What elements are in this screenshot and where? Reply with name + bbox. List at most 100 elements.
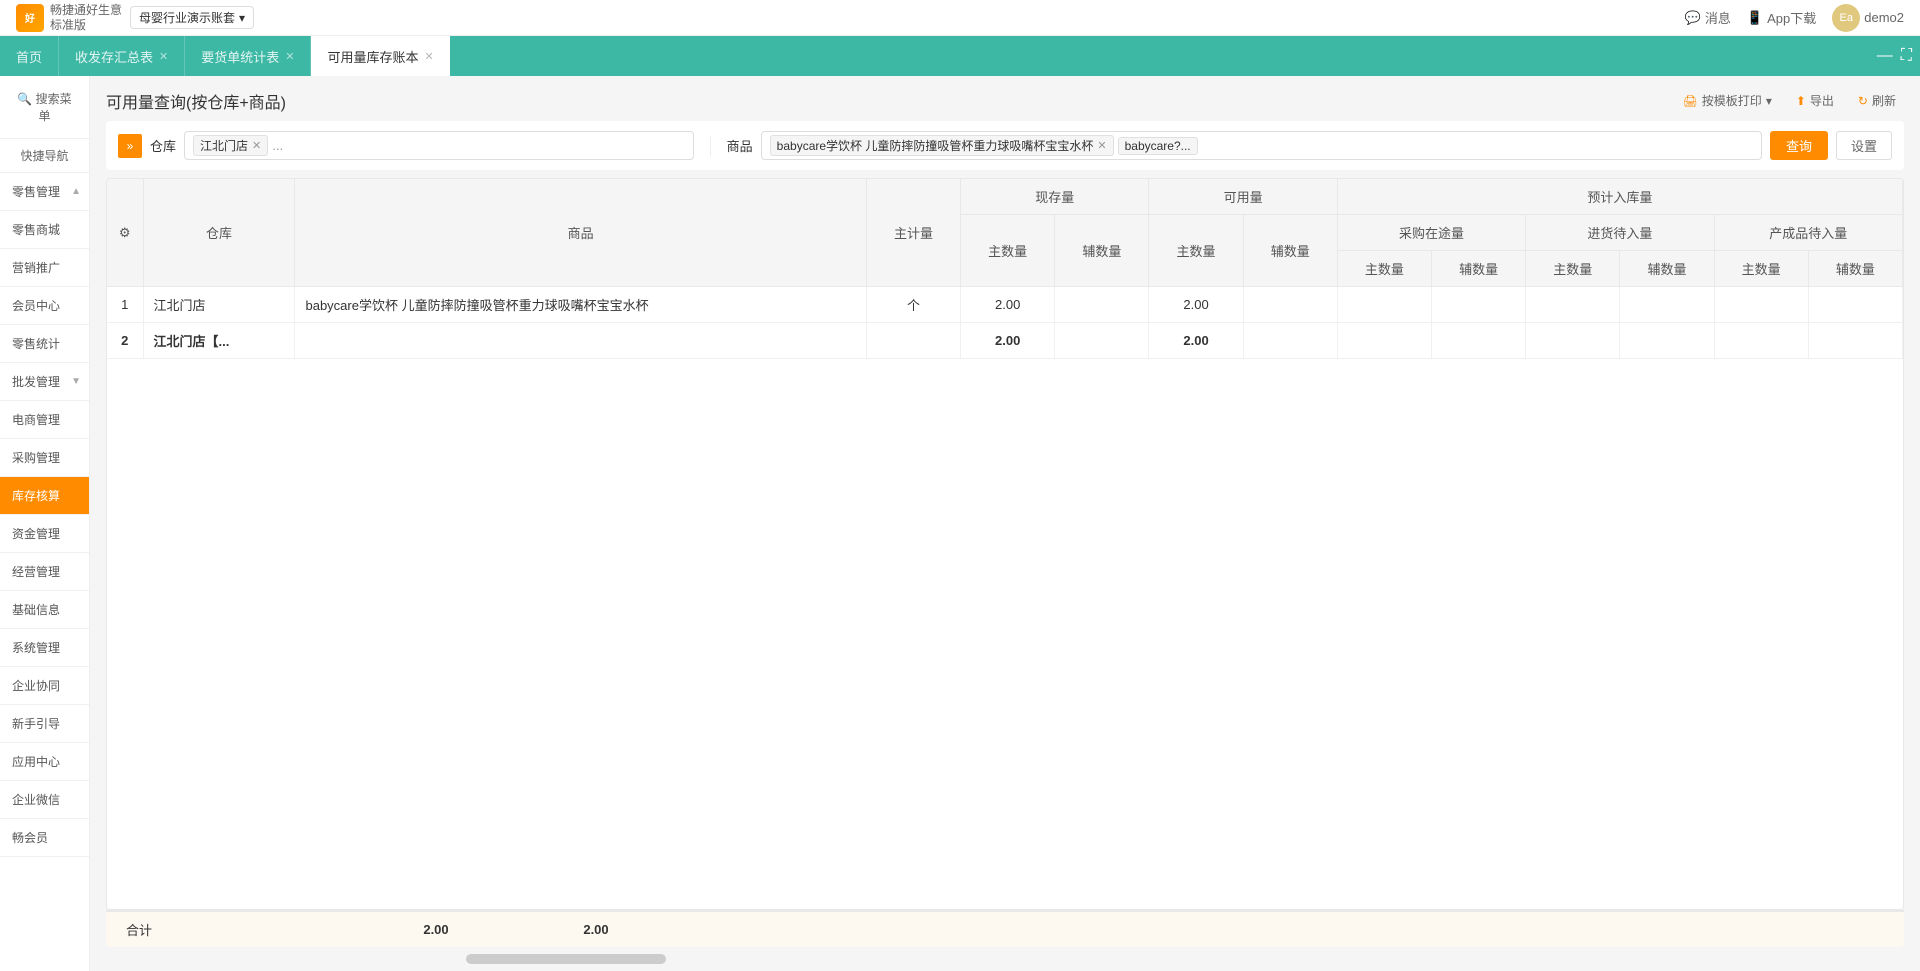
footer-values: 2.00 2.00 xyxy=(316,922,1894,937)
footer-label: 合计 xyxy=(116,920,316,939)
row-1-fp-main xyxy=(1714,287,1808,323)
query-btn[interactable]: 查询 xyxy=(1770,131,1828,160)
sidebar-item-vip-member-label: 畅会员 xyxy=(12,829,48,846)
th-stock-aux: 辅数量 xyxy=(1055,215,1149,287)
expand-icon: » xyxy=(127,139,134,153)
refresh-btn[interactable]: ↻ 刷新 xyxy=(1850,88,1904,113)
app-download-btn[interactable]: 📱 App下载 xyxy=(1747,8,1816,27)
row-2-available-aux xyxy=(1243,323,1337,359)
filter-divider xyxy=(710,136,711,156)
sidebar-item-app-center[interactable]: 应用中心 xyxy=(0,743,89,781)
row-2-fp-aux xyxy=(1808,323,1902,359)
sidebar-item-wholesale-mgmt[interactable]: 批发管理 ▼ xyxy=(0,363,89,401)
row-2-ip-main xyxy=(1526,323,1620,359)
filter-area: » 仓库 江北门店 ✕ ... 商品 babycare学饮杯 儿童防摔防撞吸管杯… xyxy=(106,121,1904,170)
sidebar-item-member-center-label: 会员中心 xyxy=(12,297,60,314)
logo-text: 畅捷通好生意 标准版 xyxy=(50,3,122,32)
row-2-ip-aux xyxy=(1620,323,1714,359)
tab-available-stock[interactable]: 可用量库存账本 ✕ xyxy=(311,36,449,76)
sidebar-item-vip-member[interactable]: 畅会员 xyxy=(0,819,89,857)
tab-order-stats[interactable]: 要货单统计表 ✕ xyxy=(185,36,311,76)
sidebar-item-member-center[interactable]: 会员中心 xyxy=(0,287,89,325)
phone-icon: 📱 xyxy=(1747,10,1763,26)
th-stock-main: 主数量 xyxy=(961,215,1055,287)
sidebar-item-retail-mall-label: 零售商城 xyxy=(12,221,60,238)
row-1-stock-main: 2.00 xyxy=(961,287,1055,323)
message-icon: 💬 xyxy=(1685,10,1701,26)
sidebar-item-inventory-check[interactable]: 库存核算 xyxy=(0,477,89,515)
product-tag-group[interactable]: babycare学饮杯 儿童防摔防撞吸管杯重力球吸嘴杯宝宝水杯 ✕ babyca… xyxy=(761,131,1762,160)
avatar: Ea xyxy=(1832,4,1860,32)
th-product: 商品 xyxy=(295,179,866,287)
sidebar-item-ops-mgmt[interactable]: 经营管理 xyxy=(0,553,89,591)
th-fp-aux: 辅数量 xyxy=(1808,251,1902,287)
row-1-unit: 个 xyxy=(866,287,960,323)
sidebar-item-enterprise-collab[interactable]: 企业协同 xyxy=(0,667,89,705)
sidebar-item-purchase-mgmt[interactable]: 采购管理 xyxy=(0,439,89,477)
filter-dots[interactable]: ... xyxy=(272,138,283,153)
main-layout: 🔍 搜索菜单 快捷导航 零售管理 ▲ 零售商城 营销推广 会员中心 零售统计 批… xyxy=(0,76,1920,971)
warehouse-filter-label: 仓库 xyxy=(150,136,176,155)
table-container: ⚙ 仓库 商品 主计量 现存量 可用量 预计入库量 主数量 辅数量 主数量 辅数… xyxy=(106,178,1904,910)
tab-available-stock-close[interactable]: ✕ xyxy=(425,50,434,63)
product-tag-remove-0[interactable]: ✕ xyxy=(1097,139,1106,152)
th-pt-main: 主数量 xyxy=(1337,251,1431,287)
sidebar-item-retail-mgmt[interactable]: 零售管理 ▲ xyxy=(0,173,89,211)
sidebar-item-retail-mall[interactable]: 零售商城 xyxy=(0,211,89,249)
sidebar-item-retail-stats[interactable]: 零售统计 xyxy=(0,325,89,363)
row-1-pt-aux xyxy=(1432,287,1526,323)
sidebar-item-finance-mgmt[interactable]: 资金管理 xyxy=(0,515,89,553)
export-icon: ⬆ xyxy=(1796,94,1806,108)
store-selector[interactable]: 母婴行业演示账套 ▾ xyxy=(130,6,254,29)
tab-receive-summary[interactable]: 收发存汇总表 ✕ xyxy=(59,36,185,76)
sidebar-item-retail-mgmt-label: 零售管理 xyxy=(12,183,60,200)
message-btn[interactable]: 💬 消息 xyxy=(1685,8,1731,27)
sidebar-item-new-guide-label: 新手引导 xyxy=(12,715,60,732)
th-gear: ⚙ xyxy=(107,179,143,287)
tab-receive-summary-close[interactable]: ✕ xyxy=(159,50,168,63)
quick-nav-btn[interactable]: 快捷导航 xyxy=(0,139,89,173)
row-2-product xyxy=(295,323,866,359)
app-download-label: App下载 xyxy=(1767,8,1816,27)
tab-receive-summary-label: 收发存汇总表 xyxy=(75,47,153,66)
expand-filter-btn[interactable]: » xyxy=(118,134,142,158)
refresh-label: 刷新 xyxy=(1872,92,1896,109)
row-2-unit xyxy=(866,323,960,359)
quick-nav-label: 快捷导航 xyxy=(20,149,68,163)
print-btn[interactable]: 🖨 按模板打印 ▾ xyxy=(1675,88,1780,113)
th-available-main: 主数量 xyxy=(1149,215,1243,287)
row-2-pt-main xyxy=(1337,323,1431,359)
sidebar-item-sys-mgmt[interactable]: 系统管理 xyxy=(0,629,89,667)
page-header: 可用量查询(按仓库+商品) 🖨 按模板打印 ▾ ⬆ 导出 ↻ 刷新 xyxy=(90,76,1920,121)
sidebar-item-new-guide[interactable]: 新手引导 xyxy=(0,705,89,743)
th-available: 可用量 xyxy=(1149,179,1337,215)
sidebar-item-ecom-mgmt[interactable]: 电商管理 xyxy=(0,401,89,439)
scroll-bar-area[interactable] xyxy=(106,951,1904,967)
sidebar: 🔍 搜索菜单 快捷导航 零售管理 ▲ 零售商城 营销推广 会员中心 零售统计 批… xyxy=(0,76,90,971)
search-menu-btn[interactable]: 🔍 搜索菜单 xyxy=(8,84,81,130)
tab-order-stats-close[interactable]: ✕ xyxy=(285,50,294,63)
th-forecast: 预计入库量 xyxy=(1337,179,1902,215)
warehouse-tag-remove-0[interactable]: ✕ xyxy=(252,139,261,152)
footer-available-main: 2.00 xyxy=(556,922,636,937)
print-icon: 🖨 xyxy=(1683,94,1698,108)
tab-order-stats-label: 要货单统计表 xyxy=(201,47,279,66)
export-btn[interactable]: ⬆ 导出 xyxy=(1788,88,1842,113)
tab-home[interactable]: 首页 xyxy=(0,36,59,76)
window-minimize-icon[interactable]: — xyxy=(1877,47,1893,65)
user-area[interactable]: Ea demo2 xyxy=(1832,4,1904,32)
sidebar-item-marketing[interactable]: 营销推广 xyxy=(0,249,89,287)
settings-btn[interactable]: 设置 xyxy=(1836,131,1892,160)
th-ip-main: 主数量 xyxy=(1526,251,1620,287)
window-maximize-icon[interactable]: ⛶ xyxy=(1901,47,1912,65)
export-label: 导出 xyxy=(1810,92,1834,109)
row-2-available-main: 2.00 xyxy=(1149,323,1243,359)
warehouse-tag-group[interactable]: 江北门店 ✕ ... xyxy=(184,131,694,160)
sidebar-item-basic-info[interactable]: 基础信息 xyxy=(0,591,89,629)
sidebar-item-enterprise-collab-label: 企业协同 xyxy=(12,677,60,694)
sidebar-item-enterprise-wechat[interactable]: 企业微信 xyxy=(0,781,89,819)
th-fp-main: 主数量 xyxy=(1714,251,1808,287)
table-footer: 合计 2.00 2.00 xyxy=(106,910,1904,947)
scroll-thumb[interactable] xyxy=(466,954,666,964)
user-name: demo2 xyxy=(1864,10,1904,25)
